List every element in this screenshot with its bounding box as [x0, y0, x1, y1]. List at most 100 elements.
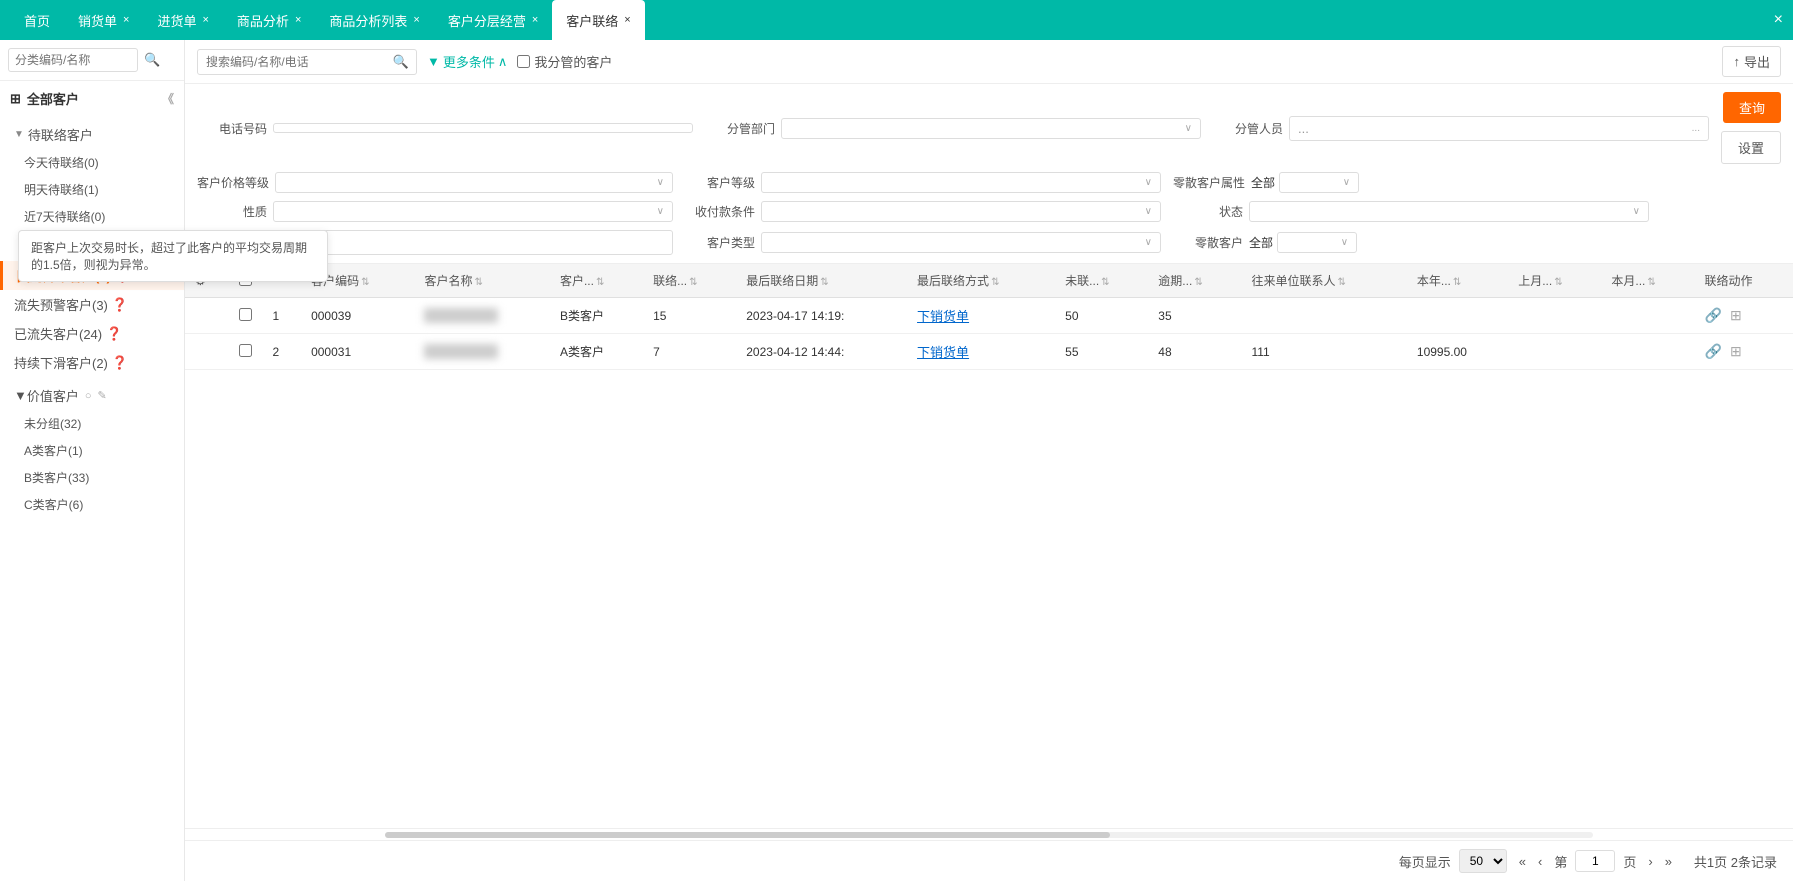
nav-product-analysis-list[interactable]: 商品分析列表 ×	[315, 0, 433, 40]
th-this-month[interactable]: 本月...⇅	[1601, 264, 1694, 298]
nav-product-analysis[interactable]: 商品分析 ×	[223, 0, 315, 40]
sidebar-item-unclassified[interactable]: 未分组(32)	[0, 410, 184, 437]
grid-action-icon-1[interactable]: ⊞	[1730, 307, 1742, 324]
phone-input[interactable]	[273, 123, 693, 133]
cell-checkbox-2[interactable]	[229, 334, 262, 370]
export-button[interactable]: ↑ 导出	[1722, 46, 1781, 77]
pending-contact-title[interactable]: ▼ 待联络客户	[0, 120, 184, 149]
th-contact[interactable]: 联络...⇅	[643, 264, 736, 298]
nav-sales[interactable]: 销货单 ×	[64, 0, 143, 40]
nav-customer-tier[interactable]: 客户分层经营 ×	[434, 0, 552, 40]
sidebar-item-7days[interactable]: 近7天待联络(0)	[0, 203, 184, 230]
th-this-year[interactable]: 本年...⇅	[1407, 264, 1508, 298]
nav-prev-btn[interactable]: ‹	[1534, 852, 1546, 871]
my-customer-checkbox[interactable]	[517, 55, 530, 68]
cell-code-2[interactable]: 000031	[301, 334, 414, 370]
close-purchase-tab[interactable]: ×	[202, 14, 208, 26]
scatter-customer-label: 零散客户	[1173, 234, 1243, 251]
cell-code-1[interactable]: 000039	[301, 298, 414, 334]
grid-action-icon-2[interactable]: ⊞	[1730, 343, 1742, 360]
nature-label: 性质	[197, 203, 267, 220]
scatter-attr-select[interactable]: ∨	[1279, 172, 1359, 193]
nav-first-btn[interactable]: «	[1515, 852, 1530, 871]
close-product-analysis-list-tab[interactable]: ×	[413, 14, 419, 26]
cell-settings-1	[185, 298, 229, 334]
page-navigation: « ‹ 第 页 › »	[1515, 850, 1676, 873]
value-circle-icon[interactable]: ○	[85, 390, 92, 402]
last-method-link-2[interactable]: 下销货单	[917, 345, 969, 360]
row1-checkbox[interactable]	[239, 308, 252, 321]
customer-grade-chevron-icon: ∨	[1145, 177, 1152, 188]
horizontal-scrollbar[interactable]	[185, 828, 1793, 840]
nature-select[interactable]: ∨	[273, 201, 673, 222]
th-overdue[interactable]: 逾期...⇅	[1148, 264, 1241, 298]
last-method-link-1[interactable]: 下销货单	[917, 309, 969, 324]
price-grade-field: 客户价格等级 ∨	[197, 172, 673, 193]
value-customer-title[interactable]: ▼ 价值客户 ○ ✎	[0, 381, 184, 410]
close-customer-tier-tab[interactable]: ×	[532, 14, 538, 26]
filter-bar: 🔍 ▼ 更多条件 ∧ 我分管的客户 ↑ 导出	[185, 40, 1793, 84]
sidebar-item-class-c[interactable]: C类客户(6)	[0, 491, 184, 518]
cell-seq-1: 1	[262, 298, 301, 334]
cell-action-2: 🔗 ⊞	[1695, 334, 1793, 370]
sidebar-search-icon[interactable]: 🔍	[144, 52, 160, 68]
query-button[interactable]: 查询	[1723, 92, 1781, 123]
filter-search-wrap: 🔍	[197, 49, 417, 75]
sidebar-item-class-a[interactable]: A类客户(1)	[0, 437, 184, 464]
customer-grade-select[interactable]: ∨	[761, 172, 1161, 193]
sidebar-item-lost-customers[interactable]: 已流失客户(24) ❓	[0, 319, 184, 348]
collapse-sidebar-btn[interactable]: 《	[162, 90, 174, 107]
price-grade-select[interactable]: ∨	[275, 172, 673, 193]
scatter-customer-value: 全部	[1249, 234, 1273, 251]
scatter-attr-field: 零散客户属性 全部 ∨	[1173, 172, 1649, 193]
my-customer-checkbox-area[interactable]: 我分管的客户	[517, 52, 612, 71]
th-prev-contact[interactable]: 往来单位联系人⇅	[1241, 264, 1406, 298]
content-area: 🔍 ▼ 更多条件 ∧ 我分管的客户 ↑ 导出 电话号码	[185, 40, 1793, 881]
scroll-thumb[interactable]	[385, 832, 1110, 838]
sidebar-item-declining[interactable]: 持续下滑客户(2) ❓	[0, 348, 184, 377]
all-customers-header[interactable]: ⊞ 全部客户 《	[0, 81, 184, 116]
th-last-method[interactable]: 最后联络方式⇅	[907, 264, 1055, 298]
customer-type-select[interactable]: ∨	[761, 232, 1161, 253]
sidebar-item-tomorrow[interactable]: 明天待联络(1)	[0, 176, 184, 203]
nav-purchase[interactable]: 进货单 ×	[143, 0, 222, 40]
sidebar-search-input[interactable]	[8, 48, 138, 72]
nav-customer-contact[interactable]: 客户联络 ×	[552, 0, 644, 40]
link-icon-1[interactable]: 🔗	[1705, 307, 1722, 324]
close-customer-contact-tab[interactable]: ×	[624, 14, 630, 26]
link-icon-2[interactable]: 🔗	[1705, 343, 1722, 360]
cell-last-method-1[interactable]: 下销货单	[907, 298, 1055, 334]
dept-select[interactable]: ∨	[781, 118, 1201, 139]
value-edit-icon[interactable]: ✎	[98, 389, 107, 402]
status-select[interactable]: ∨	[1249, 201, 1649, 222]
th-last-date[interactable]: 最后联络日期⇅	[736, 264, 907, 298]
cell-checkbox-1[interactable]	[229, 298, 262, 334]
nav-next-btn[interactable]: ›	[1644, 852, 1656, 871]
manager-select[interactable]: ... ...	[1289, 116, 1709, 141]
sidebar-item-loss-warning[interactable]: 流失预警客户(3) ❓	[0, 290, 184, 319]
settings-button[interactable]: 设置	[1721, 131, 1781, 164]
page-input[interactable]	[1575, 850, 1615, 872]
payment-select[interactable]: ∨	[761, 201, 1161, 222]
cell-last-month-2	[1508, 334, 1601, 370]
close-product-analysis-tab[interactable]: ×	[295, 14, 301, 26]
row2-checkbox[interactable]	[239, 344, 252, 357]
nav-last-btn[interactable]: »	[1661, 852, 1676, 871]
scatter-customer-chevron-icon: ∨	[1341, 237, 1348, 248]
filter-search-input[interactable]	[197, 49, 417, 75]
th-type[interactable]: 客户...⇅	[550, 264, 643, 298]
more-conditions-btn[interactable]: ▼ 更多条件 ∧	[427, 52, 507, 71]
th-last-month[interactable]: 上月...⇅	[1508, 264, 1601, 298]
th-name[interactable]: 客户名称⇅	[414, 264, 550, 298]
scatter-customer-select[interactable]: ∨	[1277, 232, 1357, 253]
cell-last-month-1	[1508, 298, 1601, 334]
sidebar-item-today[interactable]: 今天待联络(0)	[0, 149, 184, 176]
window-close-button[interactable]: ×	[1774, 11, 1783, 29]
nav-home[interactable]: 首页	[10, 0, 64, 40]
th-uncontacted[interactable]: 未联...⇅	[1055, 264, 1148, 298]
sidebar-item-class-b[interactable]: B类客户(33)	[0, 464, 184, 491]
cell-settings-2	[185, 334, 229, 370]
close-sales-tab[interactable]: ×	[123, 14, 129, 26]
per-page-select[interactable]: 50	[1459, 849, 1507, 873]
cell-last-method-2[interactable]: 下销货单	[907, 334, 1055, 370]
